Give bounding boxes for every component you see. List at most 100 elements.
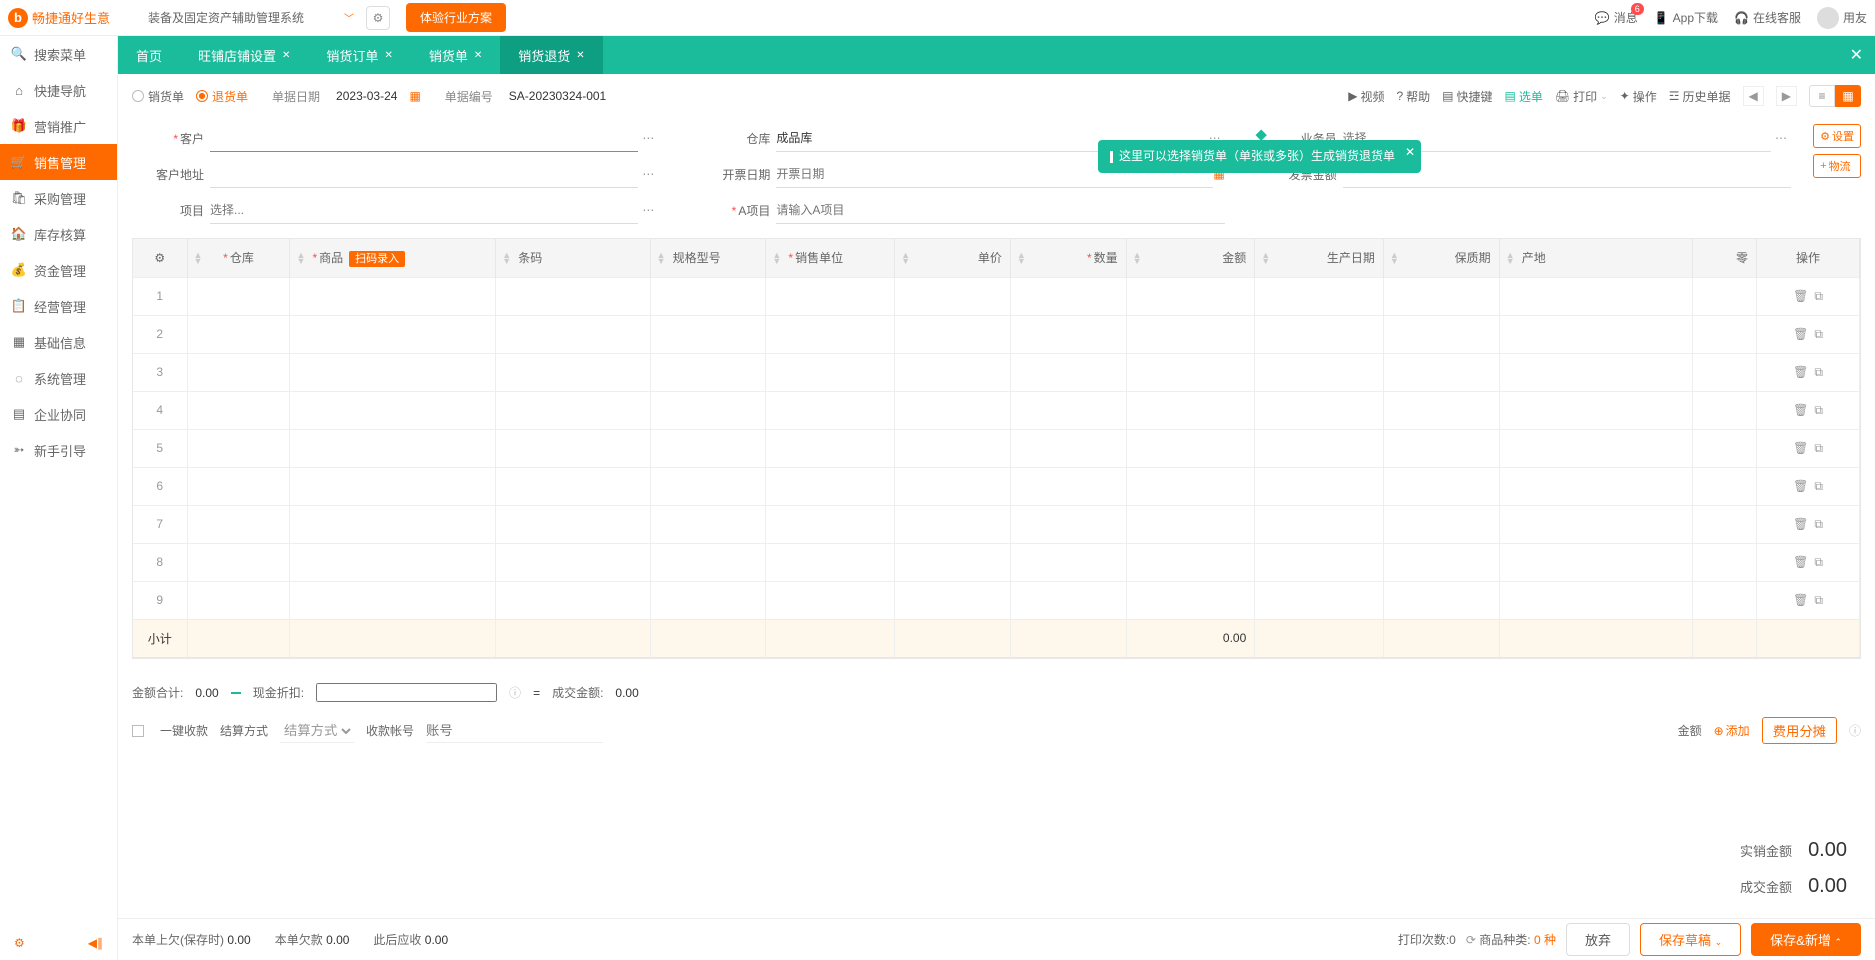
print-button[interactable]: 🖨打印⌄ (1555, 88, 1608, 105)
doc-date[interactable]: 2023-03-24 (336, 89, 397, 103)
col-sale-unit[interactable]: ▲▼*销售单位 (766, 239, 895, 277)
next-doc-button[interactable]: ▶ (1776, 86, 1797, 106)
col-zero[interactable]: 零 (1692, 239, 1756, 277)
video-button[interactable]: ▶视频 (1348, 88, 1384, 105)
sidebar-item-basedata[interactable]: ▦基础信息 (0, 324, 117, 360)
one-click-checkbox[interactable] (132, 725, 144, 737)
system-settings-button[interactable]: ⚙ (366, 6, 390, 30)
sidebar-item-search[interactable]: 🔍搜索菜单 (0, 36, 117, 72)
shortcut-button[interactable]: ▤快捷键 (1442, 88, 1492, 105)
messages-link[interactable]: 💬 消息 6 (1595, 9, 1638, 26)
copy-icon[interactable]: ⧉ (1814, 517, 1823, 531)
more-icon[interactable]: ⋯ (638, 167, 658, 181)
table-row[interactable]: 4🗑⧉ (133, 391, 1860, 429)
col-shelf[interactable]: ▲▼保质期 (1383, 239, 1499, 277)
col-origin[interactable]: ▲▼产地 (1499, 239, 1692, 277)
scan-tag[interactable]: 扫码录入 (349, 251, 405, 267)
collapse-icon[interactable]: ◀∥ (88, 936, 103, 950)
sidebar-item-inventory[interactable]: 🏠库存核算 (0, 216, 117, 252)
a-project-input[interactable] (776, 196, 1224, 224)
calendar-icon[interactable]: ▦ (409, 89, 420, 103)
table-row[interactable]: 7🗑⧉ (133, 505, 1860, 543)
col-qty[interactable]: ▲▼*数量 (1010, 239, 1126, 277)
copy-icon[interactable]: ⧉ (1814, 403, 1823, 417)
tab-shop-settings[interactable]: 旺铺店铺设置✕ (180, 36, 308, 74)
close-all-icon[interactable]: ✕ (1838, 45, 1875, 65)
user-menu[interactable]: 用友 (1817, 7, 1867, 29)
delete-icon[interactable]: 🗑 (1793, 441, 1808, 455)
close-icon[interactable]: ✕ (576, 50, 584, 61)
abandon-button[interactable]: 放弃 (1566, 923, 1630, 956)
col-product[interactable]: ▲▼*商品扫码录入 (290, 239, 496, 277)
add-payment-button[interactable]: ⊕添加 (1714, 722, 1750, 739)
customer-input[interactable] (210, 124, 638, 152)
view-grid-button[interactable]: ▦ (1835, 85, 1861, 107)
more-icon[interactable]: ⋯ (638, 203, 658, 217)
settings-icon[interactable]: ⚙ (14, 936, 25, 950)
copy-icon[interactable]: ⧉ (1814, 365, 1823, 379)
system-dropdown[interactable]: 装备及固定资产辅助管理系统 ﹀ (148, 9, 354, 26)
save-draft-button[interactable]: 保存草稿 ⌄ (1640, 923, 1741, 956)
cash-discount-input[interactable] (316, 683, 497, 702)
fee-distribution-button[interactable]: 费用分摊 (1762, 717, 1837, 744)
sidebar-item-guide[interactable]: ➳新手引导 (0, 432, 117, 468)
question-icon[interactable]: ⓘ (509, 684, 521, 701)
table-row[interactable]: 8🗑⧉ (133, 543, 1860, 581)
project-input[interactable] (210, 196, 638, 224)
col-spec[interactable]: ▲▼规格型号 (650, 239, 766, 277)
sidebar-item-system[interactable]: ◌系统管理 (0, 360, 117, 396)
radio-return[interactable]: 退货单 (196, 88, 248, 105)
close-icon[interactable]: ✕ (474, 50, 482, 61)
delete-icon[interactable]: 🗑 (1793, 365, 1808, 379)
col-prod-date[interactable]: ▲▼生产日期 (1255, 239, 1384, 277)
cust-addr-input[interactable] (210, 160, 638, 188)
col-price[interactable]: ▲▼单价 (895, 239, 1011, 277)
table-row[interactable]: 9🗑⧉ (133, 581, 1860, 619)
col-warehouse[interactable]: ▲▼*仓库 (187, 239, 290, 277)
table-row[interactable]: 3🗑⧉ (133, 353, 1860, 391)
history-button[interactable]: ☲历史单据 (1669, 88, 1731, 105)
copy-icon[interactable]: ⧉ (1814, 479, 1823, 493)
col-settings[interactable]: ⚙ (133, 239, 187, 277)
close-icon[interactable]: ✕ (282, 50, 290, 61)
table-row[interactable]: 2🗑⧉ (133, 315, 1860, 353)
delete-icon[interactable]: 🗑 (1793, 479, 1808, 493)
table-row[interactable]: 6🗑⧉ (133, 467, 1860, 505)
sidebar-item-purchase[interactable]: 🛍采购管理 (0, 180, 117, 216)
app-download-link[interactable]: 📱 App下载 (1654, 9, 1718, 26)
question-icon[interactable]: ⓘ (1849, 722, 1861, 739)
refresh-icon[interactable]: ⟳ (1466, 933, 1476, 947)
sidebar-item-quicknav[interactable]: ⌂快捷导航 (0, 72, 117, 108)
logistics-side-button[interactable]: +物流 (1813, 154, 1861, 178)
radio-sales[interactable]: 销货单 (132, 88, 184, 105)
save-and-new-button[interactable]: 保存&新增 ⌃ (1751, 923, 1861, 956)
table-row[interactable]: 1🗑⧉ (133, 277, 1860, 315)
close-icon[interactable]: ✕ (1405, 144, 1415, 161)
settle-method-select[interactable]: 结算方式 (280, 719, 354, 743)
online-service-link[interactable]: 🎧 在线客服 (1734, 9, 1801, 26)
sidebar-item-operations[interactable]: 📋经营管理 (0, 288, 117, 324)
delete-icon[interactable]: 🗑 (1793, 403, 1808, 417)
sidebar-item-finance[interactable]: 💰资金管理 (0, 252, 117, 288)
delete-icon[interactable]: 🗑 (1793, 517, 1808, 531)
delete-icon[interactable]: 🗑 (1793, 555, 1808, 569)
delete-icon[interactable]: 🗑 (1793, 327, 1808, 341)
table-row[interactable]: 5🗑⧉ (133, 429, 1860, 467)
select-doc-button[interactable]: ▤选单 (1505, 88, 1543, 105)
tab-sales-slip[interactable]: 销货单✕ (411, 36, 500, 74)
tab-sales-order[interactable]: 销货订单✕ (308, 36, 410, 74)
receive-acct-input[interactable] (426, 719, 603, 743)
help-button[interactable]: ?帮助 (1396, 88, 1430, 105)
operate-button[interactable]: ✦操作 (1620, 88, 1657, 105)
prev-doc-button[interactable]: ◀ (1743, 86, 1764, 106)
settings-side-button[interactable]: ⚙设置 (1813, 124, 1861, 148)
view-list-button[interactable]: ≡ (1809, 85, 1835, 107)
delete-icon[interactable]: 🗑 (1793, 289, 1808, 303)
tab-sales-return[interactable]: 销货退货✕ (500, 36, 602, 74)
tab-home[interactable]: 首页 (118, 36, 180, 74)
close-icon[interactable]: ✕ (384, 50, 392, 61)
copy-icon[interactable]: ⧉ (1814, 555, 1823, 569)
sidebar-item-sales[interactable]: 🛒销售管理 (0, 144, 117, 180)
sidebar-item-enterprise[interactable]: ▤企业协同 (0, 396, 117, 432)
delete-icon[interactable]: 🗑 (1793, 593, 1808, 607)
